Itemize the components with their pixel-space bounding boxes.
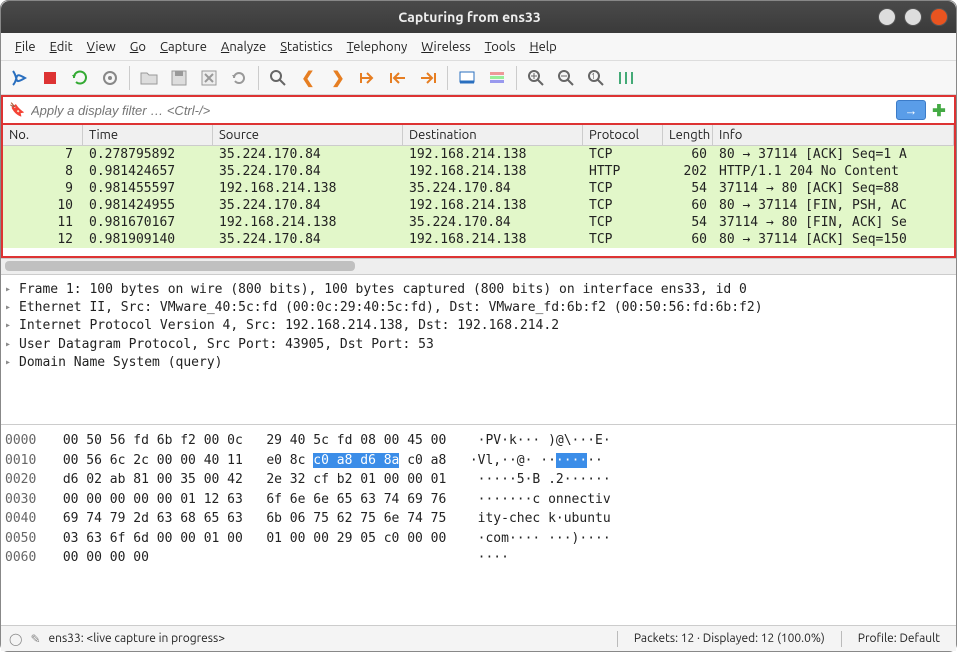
menu-telephony[interactable]: Telephony bbox=[341, 38, 414, 56]
menu-capture[interactable]: Capture bbox=[154, 38, 213, 56]
packet-row[interactable]: 100.98142495535.224.170.84192.168.214.13… bbox=[3, 197, 954, 214]
hex-row[interactable]: 0020 d6 02 ab 81 00 35 00 42 2e 32 cf b2… bbox=[5, 470, 952, 490]
hex-row[interactable]: 0060 00 00 00 00 ···· bbox=[5, 548, 952, 568]
tree-expand-icon[interactable]: ▸ bbox=[5, 299, 19, 315]
statusbar-separator bbox=[841, 631, 842, 647]
window-minimize-button[interactable] bbox=[878, 8, 896, 26]
capture-options-button[interactable] bbox=[97, 65, 123, 91]
status-indicator-icon: ◯ bbox=[9, 632, 22, 646]
packet-list-hscrollbar[interactable] bbox=[1, 258, 956, 274]
reload-button[interactable] bbox=[226, 65, 252, 91]
auto-scroll-button[interactable] bbox=[454, 65, 480, 91]
packet-list-body[interactable]: 70.27879589235.224.170.84192.168.214.138… bbox=[3, 146, 954, 256]
close-file-button[interactable] bbox=[196, 65, 222, 91]
detail-tree-item[interactable]: ▸Domain Name System (query) bbox=[5, 354, 952, 372]
column-header-no[interactable]: No. bbox=[3, 125, 83, 145]
hex-row[interactable]: 0010 00 56 6c 2c 00 00 40 11 e0 8c c0 a8… bbox=[5, 451, 952, 471]
svg-text:1: 1 bbox=[591, 72, 596, 81]
statusbar: ◯ ✎ ens33: <live capture in progress> Pa… bbox=[1, 625, 956, 651]
display-filter-bar: 🔖 → ✚ bbox=[1, 95, 956, 125]
resize-columns-button[interactable] bbox=[613, 65, 639, 91]
detail-tree-item[interactable]: ▸Ethernet II, Src: VMware_40:5c:fd (00:0… bbox=[5, 299, 952, 317]
menu-file[interactable]: File bbox=[9, 38, 42, 56]
start-capture-button[interactable] bbox=[7, 65, 33, 91]
toolbar-separator bbox=[129, 66, 130, 90]
find-packet-button[interactable] bbox=[265, 65, 291, 91]
toolbar-separator bbox=[258, 66, 259, 90]
restart-capture-button[interactable] bbox=[67, 65, 93, 91]
zoom-out-button[interactable] bbox=[553, 65, 579, 91]
go-last-button[interactable] bbox=[415, 65, 441, 91]
zoom-in-button[interactable] bbox=[523, 65, 549, 91]
menu-edit[interactable]: Edit bbox=[44, 38, 79, 56]
go-to-packet-button[interactable] bbox=[355, 65, 381, 91]
menu-help[interactable]: Help bbox=[524, 38, 563, 56]
menu-statistics[interactable]: Statistics bbox=[274, 38, 338, 56]
window-maximize-button[interactable] bbox=[904, 8, 922, 26]
status-profile-text[interactable]: Profile: Default bbox=[850, 632, 948, 645]
column-header-protocol[interactable]: Protocol bbox=[583, 125, 663, 145]
colorize-button[interactable] bbox=[484, 65, 510, 91]
menu-view[interactable]: View bbox=[81, 38, 122, 56]
packet-row[interactable]: 120.98190914035.224.170.84192.168.214.13… bbox=[3, 231, 954, 248]
packet-row[interactable]: 80.98142465735.224.170.84192.168.214.138… bbox=[3, 163, 954, 180]
scrollbar-thumb[interactable] bbox=[5, 261, 355, 271]
column-header-destination[interactable]: Destination bbox=[403, 125, 583, 145]
expert-info-icon[interactable]: ✎ bbox=[30, 632, 40, 646]
filter-apply-button[interactable]: → bbox=[896, 100, 926, 120]
packet-list-pane: No. Time Source Destination Protocol Len… bbox=[1, 125, 956, 258]
column-header-info[interactable]: Info bbox=[713, 125, 954, 145]
tree-expand-icon[interactable]: ▸ bbox=[5, 281, 19, 297]
statusbar-separator bbox=[617, 631, 618, 647]
window-title: Capturing from ens33 bbox=[69, 9, 870, 25]
packet-row[interactable]: 110.981670167192.168.214.13835.224.170.8… bbox=[3, 214, 954, 231]
column-header-source[interactable]: Source bbox=[213, 125, 403, 145]
hex-row[interactable]: 0050 03 63 6f 6d 00 00 01 00 01 00 00 29… bbox=[5, 529, 952, 549]
stop-capture-button[interactable] bbox=[37, 65, 63, 91]
go-forward-button[interactable]: ❯ bbox=[325, 65, 351, 91]
open-file-button[interactable] bbox=[136, 65, 162, 91]
toolbar-separator bbox=[516, 66, 517, 90]
packet-row[interactable]: 70.27879589235.224.170.84192.168.214.138… bbox=[3, 146, 954, 163]
menubar: File Edit View Go Capture Analyze Statis… bbox=[1, 33, 956, 61]
filter-add-button[interactable]: ✚ bbox=[930, 101, 948, 120]
detail-tree-item[interactable]: ▸User Datagram Protocol, Src Port: 43905… bbox=[5, 336, 952, 354]
packet-row[interactable]: 90.981455597192.168.214.13835.224.170.84… bbox=[3, 180, 954, 197]
hex-row[interactable]: 0040 69 74 79 2d 63 68 65 63 6b 06 75 62… bbox=[5, 509, 952, 529]
packet-list-header: No. Time Source Destination Protocol Len… bbox=[3, 125, 954, 146]
go-back-button[interactable]: ❮ bbox=[295, 65, 321, 91]
tree-expand-icon[interactable]: ▸ bbox=[5, 317, 19, 333]
main-toolbar: ❮ ❯ 1 bbox=[1, 61, 956, 95]
tree-expand-icon[interactable]: ▸ bbox=[5, 354, 19, 370]
menu-wireless[interactable]: Wireless bbox=[415, 38, 476, 56]
tree-expand-icon[interactable]: ▸ bbox=[5, 336, 19, 352]
column-header-time[interactable]: Time bbox=[83, 125, 213, 145]
save-file-button[interactable] bbox=[166, 65, 192, 91]
hex-row[interactable]: 0000 00 50 56 fd 6b f2 00 0c 29 40 5c fd… bbox=[5, 431, 952, 451]
go-first-button[interactable] bbox=[385, 65, 411, 91]
display-filter-input[interactable] bbox=[29, 103, 892, 118]
column-header-length[interactable]: Length bbox=[663, 125, 713, 145]
toolbar-separator bbox=[447, 66, 448, 90]
window-close-button[interactable] bbox=[930, 8, 948, 26]
detail-tree-item[interactable]: ▸Internet Protocol Version 4, Src: 192.1… bbox=[5, 317, 952, 335]
menu-go[interactable]: Go bbox=[124, 38, 152, 56]
zoom-reset-button[interactable]: 1 bbox=[583, 65, 609, 91]
menu-analyze[interactable]: Analyze bbox=[215, 38, 272, 56]
menu-tools[interactable]: Tools bbox=[479, 38, 522, 56]
status-packets-text: Packets: 12 · Displayed: 12 (100.0%) bbox=[626, 632, 833, 645]
window-titlebar: Capturing from ens33 bbox=[1, 1, 956, 33]
status-capture-text: ens33: <live capture in progress> bbox=[49, 632, 609, 645]
filter-bookmark-icon[interactable]: 🔖 bbox=[9, 103, 25, 118]
packet-details-pane[interactable]: ▸Frame 1: 100 bytes on wire (800 bits), … bbox=[1, 274, 956, 424]
packet-bytes-pane[interactable]: 0000 00 50 56 fd 6b f2 00 0c 29 40 5c fd… bbox=[1, 424, 956, 625]
hex-row[interactable]: 0030 00 00 00 00 00 01 12 63 6f 6e 6e 65… bbox=[5, 490, 952, 510]
detail-tree-item[interactable]: ▸Frame 1: 100 bytes on wire (800 bits), … bbox=[5, 281, 952, 299]
